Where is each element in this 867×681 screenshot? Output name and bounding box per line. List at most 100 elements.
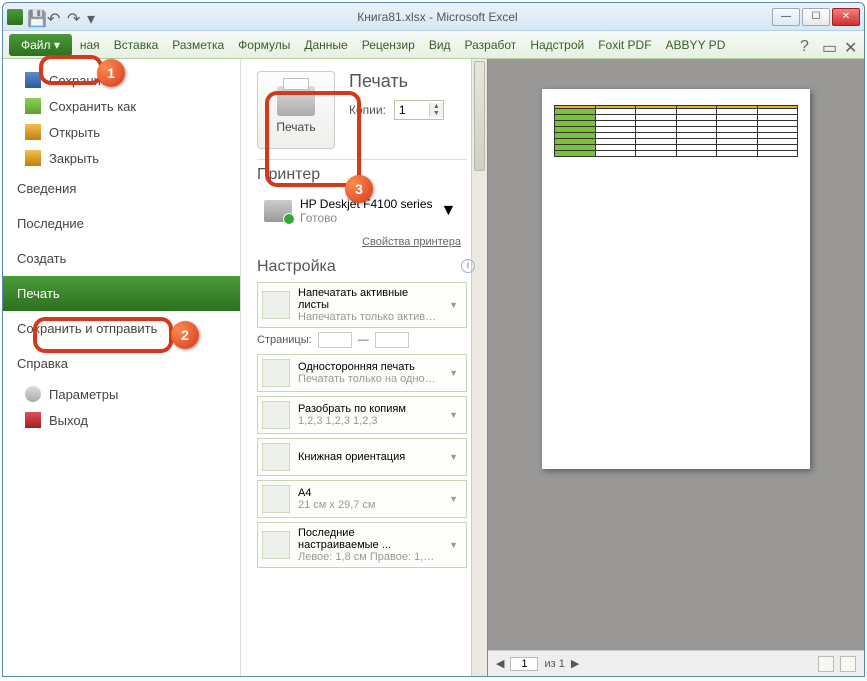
ribbon-min-icon[interactable]: ▭ xyxy=(822,38,836,52)
preview-table xyxy=(554,105,798,157)
dropdown-icon: ▼ xyxy=(445,540,462,550)
nav-new[interactable]: Создать xyxy=(3,241,240,276)
file-tab[interactable]: Файл ▾ xyxy=(9,34,72,56)
nav-recent[interactable]: Последние xyxy=(3,206,240,241)
minimize-button[interactable]: — xyxy=(772,8,800,26)
print-settings-column: Печать Печать Копии: ▲▼ П xyxy=(241,59,487,676)
next-page-icon[interactable]: ▶ xyxy=(571,657,579,670)
nav-options[interactable]: Параметры xyxy=(3,381,240,407)
preview-page xyxy=(542,89,810,469)
tab-insert[interactable]: Вставка xyxy=(108,34,165,56)
copies-down[interactable]: ▼ xyxy=(429,110,443,117)
tab-addins[interactable]: Надстрой xyxy=(524,34,590,56)
pages-label: Страницы: xyxy=(257,334,312,346)
portrait-icon xyxy=(262,443,290,471)
qat-undo-icon[interactable]: ↶ xyxy=(47,9,63,25)
backstage-main: Печать Печать Копии: ▲▼ П xyxy=(241,59,864,676)
backstage-view: Сохранить Сохранить как Открыть Закрыть … xyxy=(3,59,864,676)
options-icon xyxy=(25,386,41,402)
printer-device-icon xyxy=(264,200,292,222)
copies-spinner[interactable]: ▲▼ xyxy=(394,100,444,120)
exit-icon xyxy=(25,412,41,428)
setting-print-what-sub: Напечатать только активны... xyxy=(298,311,437,323)
save-icon xyxy=(25,72,41,88)
tab-view[interactable]: Вид xyxy=(423,34,457,56)
setting-paper-sub: 21 см x 29,7 см xyxy=(298,499,376,511)
setting-sides-sub: Печатать только на одной с... xyxy=(298,373,437,385)
margins-icon xyxy=(262,531,290,559)
page-of-label: из 1 xyxy=(544,658,564,670)
sheets-icon xyxy=(262,291,290,319)
show-margins-icon[interactable] xyxy=(818,656,834,672)
maximize-button[interactable]: ☐ xyxy=(802,8,830,26)
info-icon[interactable]: i xyxy=(461,259,475,273)
settings-scrollbar[interactable] xyxy=(471,59,487,676)
preview-area xyxy=(488,59,864,650)
dropdown-icon: ▼ xyxy=(445,452,462,462)
tab-formulas[interactable]: Формулы xyxy=(232,34,296,56)
print-header: Печать xyxy=(349,71,444,92)
tab-foxit[interactable]: Foxit PDF xyxy=(592,34,657,56)
qat-save-icon[interactable]: 💾 xyxy=(27,9,43,25)
nav-exit-label: Выход xyxy=(49,413,88,428)
nav-help[interactable]: Справка xyxy=(3,346,240,381)
setting-margins[interactable]: Последние настраиваемые ...Левое: 1,8 см… xyxy=(257,522,467,568)
pages-from-input[interactable] xyxy=(318,332,352,348)
quick-access-toolbar: 💾 ↶ ↷ ▾ xyxy=(27,9,103,25)
tab-home[interactable]: ная xyxy=(74,34,106,56)
qat-more-icon[interactable]: ▾ xyxy=(87,9,103,25)
ribbon-tabs: Файл ▾ ная Вставка Разметка Формулы Данн… xyxy=(3,31,864,59)
nav-saveas[interactable]: Сохранить как xyxy=(3,93,240,119)
printer-properties-link[interactable]: Свойства принтера xyxy=(257,232,467,252)
callout-1-badge: 1 xyxy=(97,59,125,87)
setting-sides[interactable]: Односторонняя печатьПечатать только на о… xyxy=(257,354,467,392)
doc-close-icon[interactable]: ✕ xyxy=(844,38,858,52)
tab-data[interactable]: Данные xyxy=(298,34,353,56)
nav-info[interactable]: Сведения xyxy=(3,171,240,206)
tab-review[interactable]: Рецензир xyxy=(356,34,421,56)
nav-print[interactable]: Печать xyxy=(3,276,240,311)
help-icon[interactable]: ? xyxy=(800,38,814,52)
nav-exit[interactable]: Выход xyxy=(3,407,240,433)
pages-to-input[interactable] xyxy=(375,332,409,348)
setting-collate-label: Разобрать по копиям xyxy=(298,403,406,415)
setting-print-what-label: Напечатать активные листы xyxy=(298,287,437,311)
scrollbar-thumb[interactable] xyxy=(474,61,485,171)
tab-developer[interactable]: Разработ xyxy=(459,34,523,56)
close-icon xyxy=(25,150,41,166)
callout-3-badge: 3 xyxy=(345,175,373,203)
print-button[interactable]: Печать xyxy=(257,71,335,149)
print-button-label: Печать xyxy=(276,120,315,134)
printer-icon xyxy=(277,86,315,116)
copies-up[interactable]: ▲ xyxy=(429,103,443,110)
excel-icon xyxy=(7,9,23,25)
nav-open-label: Открыть xyxy=(49,125,100,140)
settings-section-header: Настройка xyxy=(257,258,467,276)
backstage-nav: Сохранить Сохранить как Открыть Закрыть … xyxy=(3,59,241,676)
nav-open[interactable]: Открыть xyxy=(3,119,240,145)
printer-status: Готово xyxy=(300,211,433,225)
print-preview-pane: ◀ из 1 ▶ xyxy=(487,59,864,676)
qat-redo-icon[interactable]: ↷ xyxy=(67,9,83,25)
printer-dropdown-icon: ▼ xyxy=(441,202,457,220)
page-number-input[interactable] xyxy=(510,657,538,671)
setting-orientation[interactable]: Книжная ориентация ▼ xyxy=(257,438,467,476)
tab-layout[interactable]: Разметка xyxy=(166,34,230,56)
zoom-page-icon[interactable] xyxy=(840,656,856,672)
dropdown-icon: ▼ xyxy=(445,494,462,504)
prev-page-icon[interactable]: ◀ xyxy=(496,657,504,670)
setting-paper-size[interactable]: A421 см x 29,7 см ▼ xyxy=(257,480,467,518)
setting-sides-label: Односторонняя печать xyxy=(298,361,437,373)
nav-close-label: Закрыть xyxy=(49,151,99,166)
nav-send[interactable]: Сохранить и отправить xyxy=(3,311,240,346)
setting-margins-sub: Левое: 1,8 см Правое: 1,8 ... xyxy=(298,551,437,563)
nav-options-label: Параметры xyxy=(49,387,118,402)
setting-collate[interactable]: Разобрать по копиям1,2,3 1,2,3 1,2,3 ▼ xyxy=(257,396,467,434)
app-window: 💾 ↶ ↷ ▾ Книга81.xlsx - Microsoft Excel —… xyxy=(2,2,865,677)
tab-abbyy[interactable]: ABBYY PD xyxy=(660,34,732,56)
nav-saveas-label: Сохранить как xyxy=(49,99,136,114)
close-button[interactable]: ✕ xyxy=(832,8,860,26)
nav-close[interactable]: Закрыть xyxy=(3,145,240,171)
setting-print-what[interactable]: Напечатать активные листыНапечатать толь… xyxy=(257,282,467,328)
copies-input[interactable] xyxy=(395,101,429,119)
